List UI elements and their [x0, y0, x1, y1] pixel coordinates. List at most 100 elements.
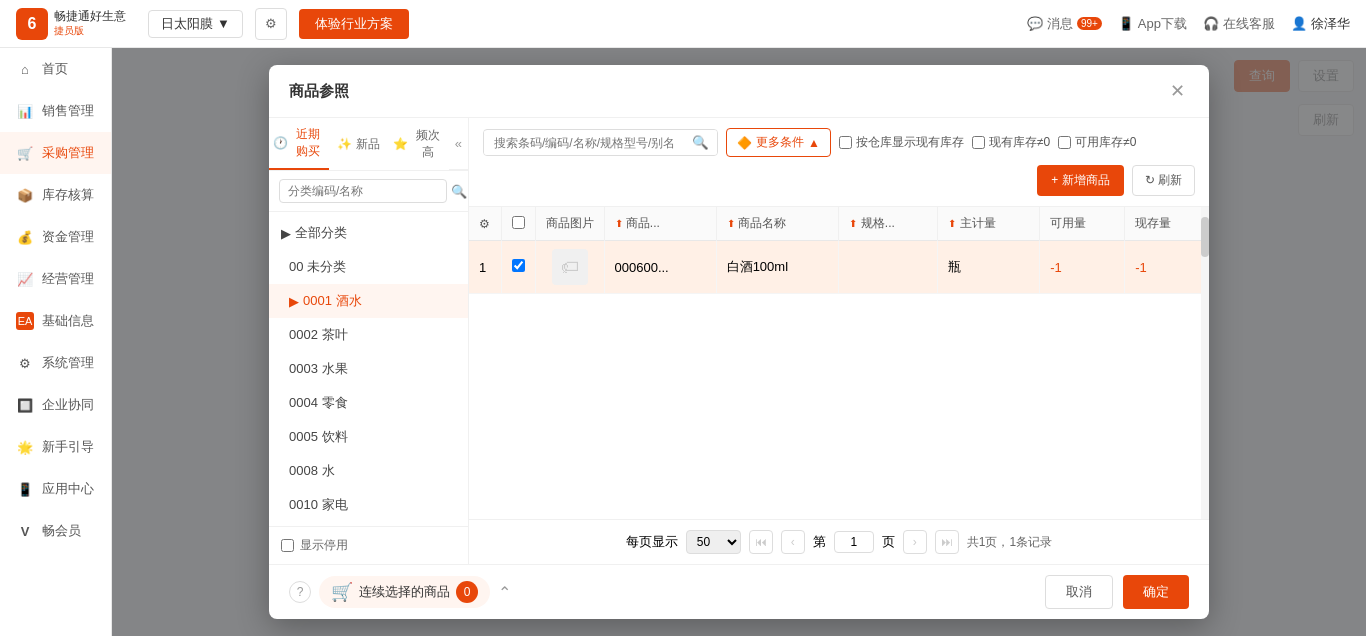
cat-tab-recent[interactable]: 🕐 近期购买 — [269, 118, 329, 170]
sort-icon-code: ⬆ — [615, 218, 623, 229]
left-sidebar: ⌂ 首页 📊 销售管理 🛒 采购管理 📦 库存核算 💰 资金管理 📈 经营管理 … — [0, 48, 112, 636]
th-spec[interactable]: ⬆ 规格... — [839, 207, 938, 241]
filter-icon: 🔶 — [737, 136, 752, 150]
home-icon: ⌂ — [16, 60, 34, 78]
cancel-button[interactable]: 取消 — [1045, 575, 1113, 609]
refresh-button[interactable]: ↻ 刷新 — [1132, 165, 1195, 196]
message-badge-item[interactable]: 💬 消息 99+ — [1027, 15, 1102, 33]
sidebar-item-sales[interactable]: 📊 销售管理 — [0, 90, 111, 132]
filter-button[interactable]: 🔶 更多条件 ▲ — [726, 128, 831, 157]
page-size-select[interactable]: 50 10 20 100 — [686, 530, 741, 554]
sidebar-item-system[interactable]: ⚙ 系统管理 — [0, 342, 111, 384]
operations-icon: 📈 — [16, 270, 34, 288]
show-disabled-toggle[interactable]: 显示停用 — [269, 526, 468, 564]
trial-button[interactable]: 体验行业方案 — [299, 9, 409, 39]
sidebar-item-inventory[interactable]: 📦 库存核算 — [0, 174, 111, 216]
confirm-button[interactable]: 确定 — [1123, 575, 1189, 609]
td-num: 1 — [469, 241, 501, 294]
message-icon: 💬 — [1027, 16, 1043, 31]
cat-label-0001: 0001 酒水 — [303, 292, 362, 310]
product-table-wrap: ⚙ 商品图片 ⬆ 商品... — [469, 207, 1209, 519]
sidebar-item-enterprise[interactable]: 🔲 企业协同 — [0, 384, 111, 426]
product-search-button[interactable]: 🔍 — [684, 130, 717, 155]
app-download-item[interactable]: 📱 App下载 — [1118, 15, 1187, 33]
cat-item-0001[interactable]: ▶ 0001 酒水 — [269, 284, 468, 318]
sidebar-item-purchase[interactable]: 🛒 采购管理 — [0, 132, 111, 174]
checkbox-available[interactable] — [1058, 136, 1071, 149]
th-check — [501, 207, 535, 241]
main-layout: ⌂ 首页 📊 销售管理 🛒 采购管理 📦 库存核算 💰 资金管理 📈 经营管理 … — [0, 48, 1366, 636]
sidebar-item-home[interactable]: ⌂ 首页 — [0, 48, 111, 90]
row-checkbox[interactable] — [512, 259, 525, 272]
sidebar-item-apps[interactable]: 📱 应用中心 — [0, 468, 111, 510]
sidebar-label-system: 系统管理 — [42, 354, 94, 372]
page-number-input[interactable] — [834, 531, 874, 553]
th-code[interactable]: ⬆ 商品... — [604, 207, 716, 241]
cat-tab-frequent[interactable]: ⭐ 频次高 — [389, 118, 449, 170]
collapse-footer-button[interactable]: ⌃ — [498, 583, 511, 602]
sidebar-item-finance[interactable]: 💰 资金管理 — [0, 216, 111, 258]
cat-tab-new[interactable]: ✨ 新品 — [329, 118, 389, 170]
cat-tab-frequent-label: 频次高 — [412, 127, 445, 161]
th-name[interactable]: ⬆ 商品名称 — [716, 207, 839, 241]
gear-button[interactable]: ⚙ — [255, 8, 287, 40]
table-scrollbar[interactable] — [1201, 207, 1209, 519]
cat-item-0008[interactable]: 0008 水 — [269, 454, 468, 488]
sidebar-item-basic[interactable]: EA 基础信息 — [0, 300, 111, 342]
sidebar-label-finance: 资金管理 — [42, 228, 94, 246]
chevron-down-icon: ▼ — [217, 16, 230, 31]
checkbox-warehouse-label[interactable]: 按仓库显示现有库存 — [839, 134, 964, 151]
app-download-label: App下载 — [1138, 15, 1187, 33]
collapse-category-button[interactable]: « — [449, 118, 468, 170]
checkbox-stock[interactable] — [972, 136, 985, 149]
select-all-checkbox[interactable] — [512, 216, 525, 229]
cat-item-0004[interactable]: 0004 零食 — [269, 386, 468, 420]
filter-arrow-icon: ▲ — [808, 136, 820, 150]
sidebar-item-operations[interactable]: 📈 经营管理 — [0, 258, 111, 300]
checkbox-available-label[interactable]: 可用库存≠0 — [1058, 134, 1136, 151]
help-button[interactable]: ? — [289, 581, 311, 603]
nav-dropdown[interactable]: 日太阳膜 ▼ — [148, 10, 243, 38]
product-modal: 商品参照 ✕ 🕐 近期购买 ✨ — [269, 65, 1209, 619]
cat-item-00[interactable]: 00 未分类 — [269, 250, 468, 284]
table-row[interactable]: 1 🏷 000600... 白酒100ml — [469, 241, 1209, 294]
message-label: 消息 — [1047, 15, 1073, 33]
show-disabled-checkbox[interactable] — [281, 539, 294, 552]
online-service-item[interactable]: 🎧 在线客服 — [1203, 15, 1275, 33]
guide-icon: 🌟 — [16, 438, 34, 456]
cart-area[interactable]: 🛒 连续选择的商品 0 — [319, 576, 490, 608]
cat-item-0003[interactable]: 0003 水果 — [269, 352, 468, 386]
next-page-button[interactable]: › — [903, 530, 927, 554]
prev-page-button[interactable]: ‹ — [781, 530, 805, 554]
category-search-input[interactable] — [279, 179, 447, 203]
last-page-button[interactable]: ⏭ — [935, 530, 959, 554]
cat-item-all[interactable]: ▶ 全部分类 — [269, 216, 468, 250]
system-icon: ⚙ — [16, 354, 34, 372]
cat-tab-recent-label: 近期购买 — [292, 126, 325, 160]
cat-arrow-all: ▶ — [281, 226, 291, 241]
logo-text: 畅捷通好生意 — [54, 9, 126, 25]
td-name: 白酒100ml — [716, 241, 839, 294]
product-search-box: 🔍 — [483, 129, 718, 156]
th-unit[interactable]: ⬆ 主计量 — [938, 207, 1040, 241]
checkbox-stock-label[interactable]: 现有库存≠0 — [972, 134, 1050, 151]
sidebar-label-guide: 新手引导 — [42, 438, 94, 456]
category-search-icon[interactable]: 🔍 — [451, 184, 467, 199]
user-area[interactable]: 👤 徐泽华 — [1291, 15, 1350, 33]
sidebar-item-guide[interactable]: 🌟 新手引导 — [0, 426, 111, 468]
td-available: -1 — [1040, 241, 1125, 294]
checkbox-warehouse[interactable] — [839, 136, 852, 149]
first-page-button[interactable]: ⏮ — [749, 530, 773, 554]
cat-item-0010[interactable]: 0010 家电 — [269, 488, 468, 522]
cat-label-00: 00 未分类 — [289, 258, 346, 276]
th-settings[interactable]: ⚙ — [469, 207, 501, 241]
product-search-input[interactable] — [484, 131, 684, 155]
cat-item-0005[interactable]: 0005 饮料 — [269, 420, 468, 454]
content-area: 查询 设置 刷新 商品参照 ✕ — [112, 48, 1366, 636]
pagination-bar: 每页显示 50 10 20 100 ⏮ ‹ 第 页 — [469, 519, 1209, 564]
add-product-button[interactable]: + 新增商品 — [1037, 165, 1123, 196]
modal-close-button[interactable]: ✕ — [1165, 79, 1189, 103]
sidebar-item-member[interactable]: V 畅会员 — [0, 510, 111, 552]
product-toolbar: 🔍 🔶 更多条件 ▲ 按仓库显示现有库存 — [469, 118, 1209, 207]
cat-item-0002[interactable]: 0002 茶叶 — [269, 318, 468, 352]
